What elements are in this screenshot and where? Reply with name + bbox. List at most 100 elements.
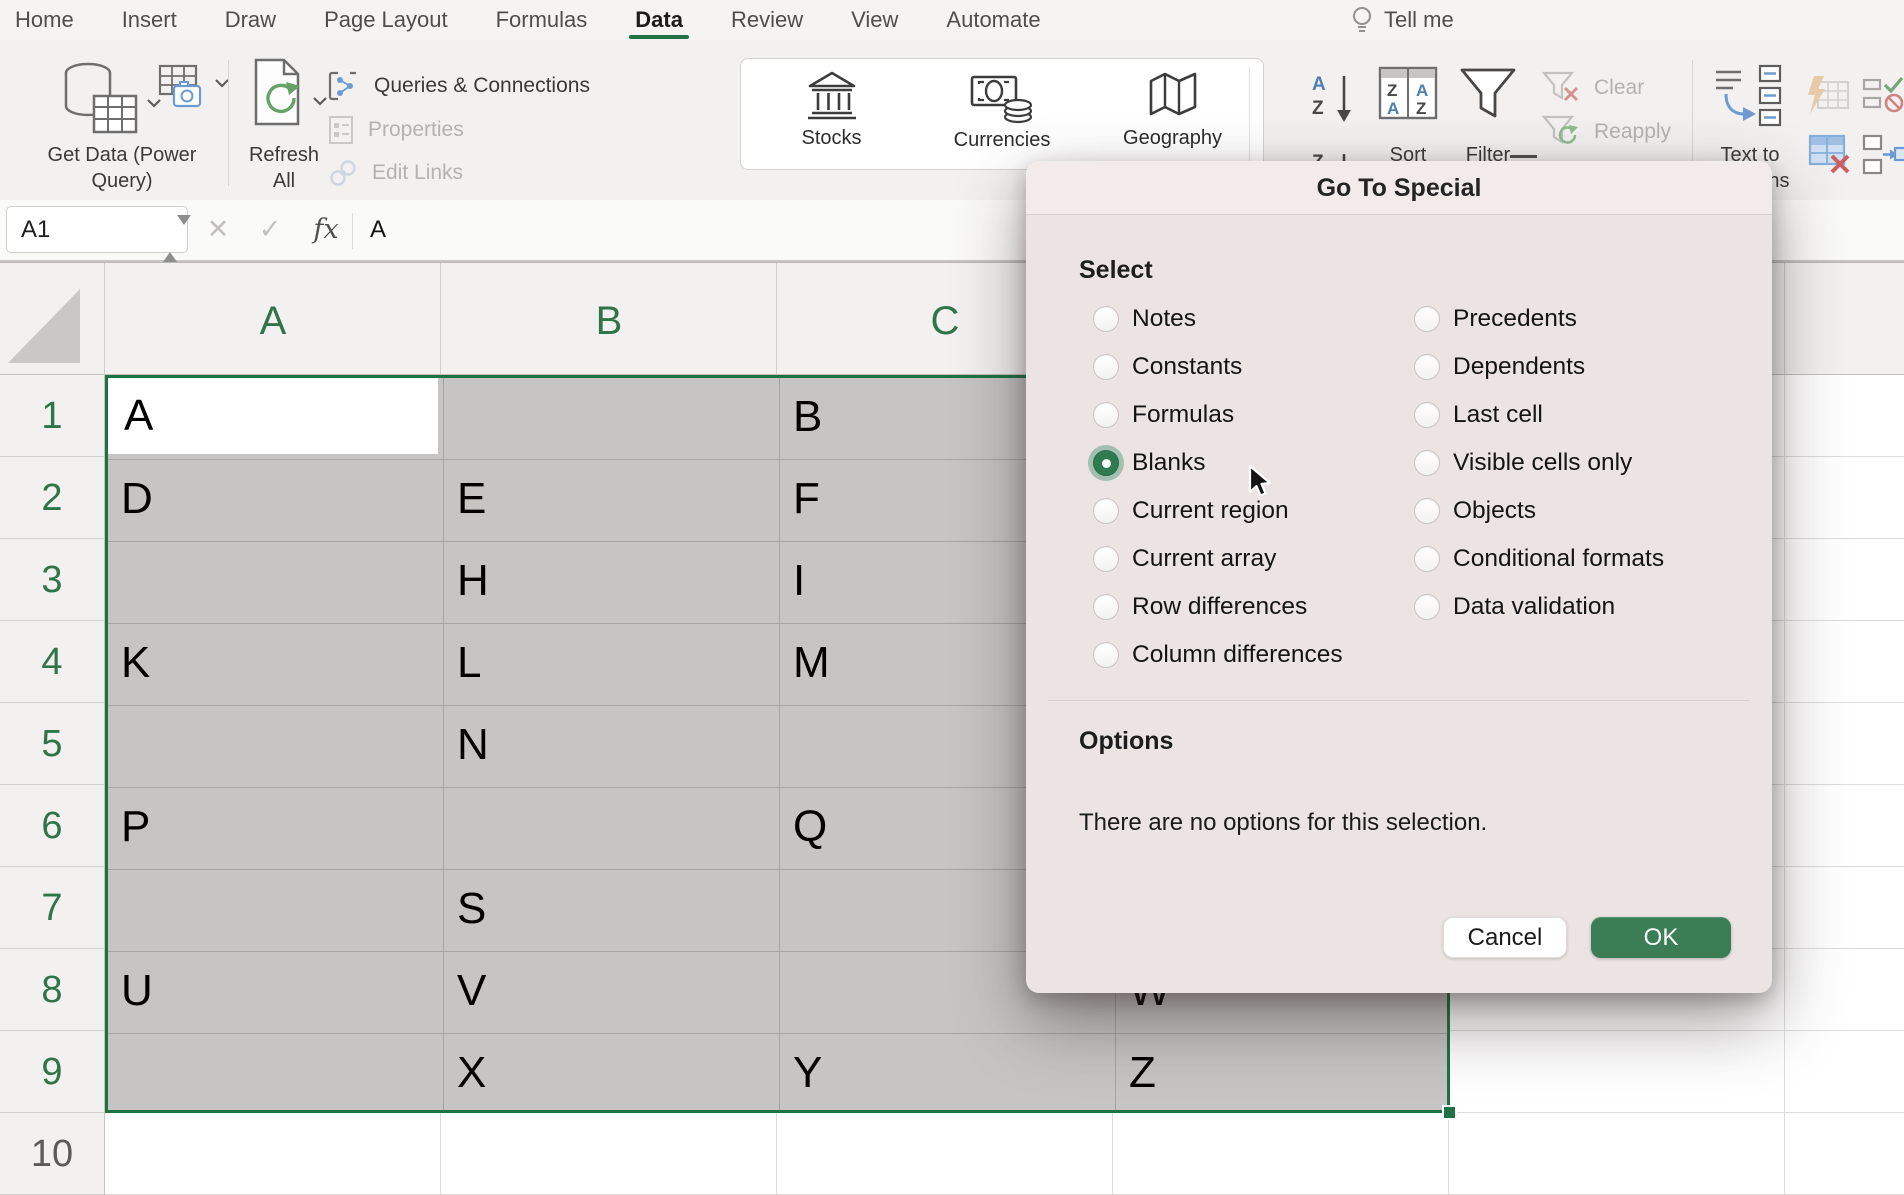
flash-fill-icon bbox=[1806, 76, 1850, 116]
radio-option[interactable]: Blanks bbox=[1093, 439, 1343, 487]
ribbon-tab[interactable]: Insert bbox=[122, 0, 177, 40]
ribbon-tab[interactable]: Formulas bbox=[496, 0, 588, 40]
radio-label: Precedents bbox=[1453, 305, 1577, 333]
column-header[interactable]: A bbox=[105, 263, 441, 376]
grid-cell[interactable]: V bbox=[441, 949, 777, 1031]
radio-label: Dependents bbox=[1453, 353, 1585, 381]
group-separator bbox=[228, 60, 229, 186]
refresh-icon bbox=[252, 58, 308, 128]
select-all-triangle-icon bbox=[8, 289, 80, 363]
tell-me-button[interactable]: Tell me bbox=[1350, 0, 1454, 40]
radio-option[interactable]: Dependents bbox=[1414, 343, 1664, 391]
svg-text:A: A bbox=[1416, 81, 1428, 100]
filter-button[interactable] bbox=[1456, 66, 1520, 124]
formula-bar-divider bbox=[352, 213, 353, 249]
clear-filter-button[interactable]: Clear bbox=[1542, 72, 1644, 104]
ok-button[interactable]: OK bbox=[1591, 917, 1731, 958]
svg-text:Z: Z bbox=[1312, 98, 1324, 119]
grid-cell[interactable]: D bbox=[105, 457, 441, 539]
radio-option[interactable]: Formulas bbox=[1093, 391, 1343, 439]
cancel-entry-icon[interactable]: ✕ bbox=[196, 206, 240, 253]
grid-cell[interactable]: E bbox=[441, 457, 777, 539]
database-icon bbox=[58, 60, 142, 136]
radio-icon bbox=[1093, 498, 1119, 524]
text-to-columns-button[interactable] bbox=[1714, 64, 1782, 130]
grid-cell[interactable]: X bbox=[441, 1031, 777, 1113]
queries-connections-icon bbox=[328, 70, 360, 102]
clear-filter-label: Clear bbox=[1594, 76, 1644, 100]
radio-icon bbox=[1414, 450, 1440, 476]
radio-option[interactable]: Current region bbox=[1093, 487, 1343, 535]
grid-cell[interactable]: Y bbox=[777, 1031, 1113, 1113]
remove-duplicates-icon bbox=[1806, 134, 1852, 176]
consolidate-button[interactable] bbox=[1862, 134, 1904, 176]
name-box[interactable]: A1 bbox=[6, 206, 188, 253]
svg-text:Z: Z bbox=[1416, 99, 1426, 118]
radio-option[interactable]: Notes bbox=[1093, 295, 1343, 343]
radio-option[interactable]: Visible cells only bbox=[1414, 439, 1664, 487]
data-types-gallery: Stocks Currencies Geography bbox=[740, 58, 1264, 170]
flash-fill-button[interactable] bbox=[1806, 76, 1850, 116]
radio-option[interactable]: Current array bbox=[1093, 535, 1343, 583]
get-data-label: Get Data (Power Query) bbox=[28, 142, 216, 194]
grid-cell[interactable]: P bbox=[105, 785, 441, 867]
refresh-all-button[interactable] bbox=[252, 58, 308, 128]
sort-button[interactable]: Z A A Z bbox=[1378, 66, 1438, 122]
options-message: There are no options for this selection. bbox=[1079, 809, 1487, 837]
radio-option[interactable]: Objects bbox=[1414, 487, 1664, 535]
column-header[interactable]: B bbox=[441, 263, 777, 376]
data-type-item[interactable]: Currencies bbox=[922, 59, 1082, 169]
svg-text:Z: Z bbox=[1387, 81, 1397, 100]
get-data-button[interactable] bbox=[58, 60, 142, 136]
insert-function-icon[interactable]: fx bbox=[304, 206, 348, 253]
ribbon-tab[interactable]: View bbox=[851, 0, 898, 40]
ribbon-tab[interactable]: Home bbox=[15, 0, 74, 40]
radio-label: Current array bbox=[1132, 545, 1276, 573]
formula-input[interactable]: A bbox=[370, 206, 386, 253]
radio-option[interactable]: Precedents bbox=[1414, 295, 1664, 343]
data-type-icon bbox=[803, 69, 861, 123]
grid-cell[interactable]: K bbox=[105, 621, 441, 703]
grid-cell[interactable]: U bbox=[105, 949, 441, 1031]
radio-option[interactable]: Constants bbox=[1093, 343, 1343, 391]
ribbon-tab[interactable]: Review bbox=[731, 0, 803, 40]
grid-cell[interactable]: N bbox=[441, 703, 777, 785]
from-picture-button[interactable] bbox=[158, 64, 210, 110]
data-type-item[interactable]: Geography bbox=[1093, 59, 1253, 169]
radio-option[interactable]: Row differences bbox=[1093, 583, 1343, 631]
ribbon-tab[interactable]: Draw bbox=[225, 0, 276, 40]
ribbon-tab[interactable]: Page Layout bbox=[324, 0, 448, 40]
radio-icon bbox=[1414, 594, 1440, 620]
fill-handle[interactable] bbox=[1442, 1105, 1457, 1120]
edit-links-button[interactable]: Edit Links bbox=[328, 157, 463, 189]
grid-cell[interactable]: H bbox=[441, 539, 777, 621]
grid-cell[interactable]: L bbox=[441, 621, 777, 703]
ribbon-tab-bar: Home Insert Draw Page Layout Formulas Data Rev… bbox=[0, 0, 1904, 40]
radio-option[interactable]: Last cell bbox=[1414, 391, 1664, 439]
select-all-corner[interactable] bbox=[0, 263, 105, 376]
radio-label: Column differences bbox=[1132, 641, 1343, 669]
radio-option[interactable]: Conditional formats bbox=[1414, 535, 1664, 583]
ribbon-tab[interactable]: Automate bbox=[946, 0, 1040, 40]
grid-cell[interactable]: A bbox=[108, 378, 438, 454]
grid-cell[interactable]: Z bbox=[1113, 1031, 1449, 1113]
reapply-filter-label: Reapply bbox=[1594, 120, 1671, 144]
remove-duplicates-button[interactable] bbox=[1806, 134, 1852, 176]
cancel-button[interactable]: Cancel bbox=[1443, 917, 1567, 958]
data-validation-button[interactable] bbox=[1862, 76, 1904, 116]
sort-az-button[interactable]: A Z bbox=[1310, 68, 1358, 130]
confirm-entry-icon[interactable]: ✓ bbox=[248, 206, 292, 253]
advanced-divider bbox=[1510, 155, 1537, 158]
grid-cell[interactable]: S bbox=[441, 867, 777, 949]
queries-connections-button[interactable]: Queries & Connections bbox=[328, 70, 590, 102]
radio-label: Formulas bbox=[1132, 401, 1234, 429]
radio-option[interactable]: Data validation bbox=[1414, 583, 1664, 631]
data-type-item[interactable]: Stocks bbox=[752, 59, 912, 169]
name-box-stepper[interactable] bbox=[163, 216, 177, 261]
dialog-title: Go To Special bbox=[1026, 161, 1772, 215]
properties-button[interactable]: Properties bbox=[328, 114, 464, 146]
radio-option[interactable]: Column differences bbox=[1093, 631, 1343, 679]
name-box-value: A1 bbox=[21, 216, 50, 243]
reapply-filter-button[interactable]: Reapply bbox=[1542, 116, 1671, 148]
ribbon-tab[interactable]: Data bbox=[635, 0, 683, 40]
